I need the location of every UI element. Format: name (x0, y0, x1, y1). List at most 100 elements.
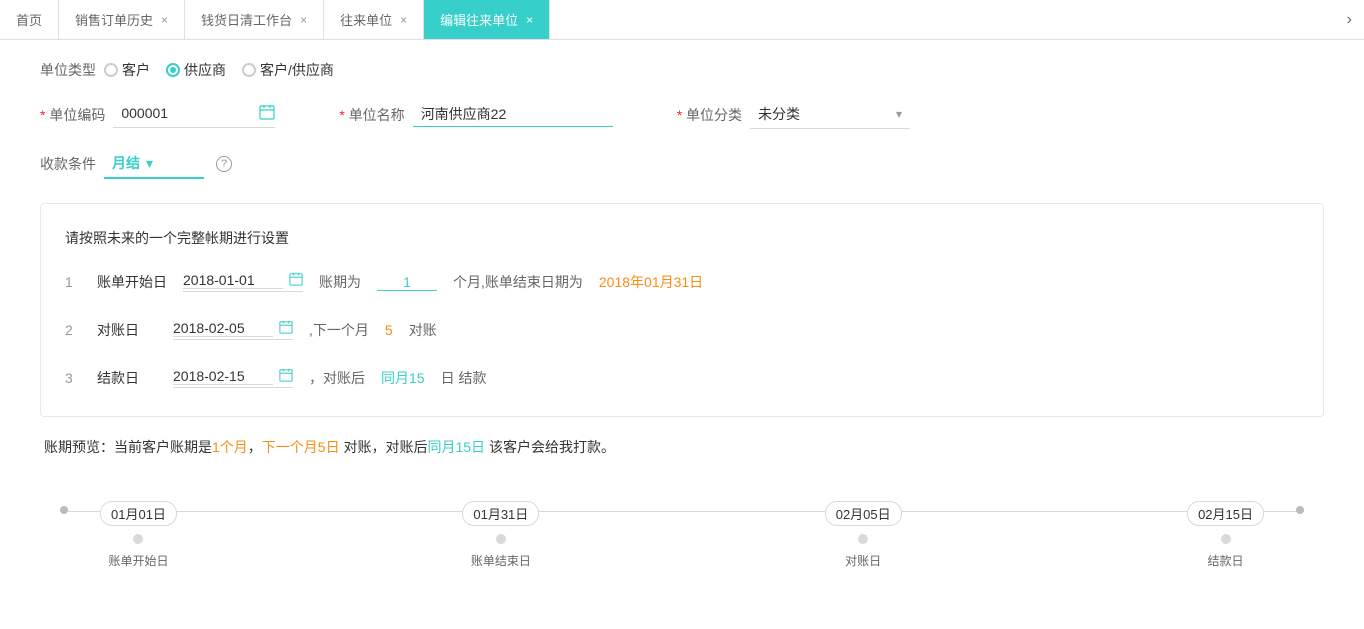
account-preview-text: 账期预览：当前客户账期是1个月，下一个月5日 对账，对账后同月15日 该客户会给… (40, 437, 1324, 457)
radio-supplier[interactable]: 供应商 (166, 60, 226, 80)
radio-customer[interactable]: 客户 (104, 60, 150, 80)
period-row3-day: 同月15 (381, 368, 425, 388)
unit-name-label: 单位名称 (339, 105, 404, 125)
tab-edit-contact[interactable]: 编辑往来单位 × (424, 0, 550, 39)
tab-home[interactable]: 首页 (0, 0, 59, 39)
preview-suffix: 该客户会给我打款。 (485, 439, 615, 455)
timeline-dot-1 (133, 534, 143, 544)
dropdown-arrow-icon: ▾ (896, 107, 902, 121)
timeline-badge-1: 01月01日 (100, 501, 177, 526)
payment-date-calendar-icon[interactable] (279, 368, 293, 385)
period-row-3: 3 结款日 ，对账后同月15 日 结款 (65, 368, 1299, 388)
radio-both[interactable]: 客户/供应商 (242, 60, 334, 80)
unit-type-row: 单位类型 客户 供应商 客户/供应商 (40, 60, 1324, 80)
reconcile-date-input-wrapper (173, 320, 293, 340)
unit-name-group: 单位名称 (339, 102, 612, 127)
payment-terms-label: 收款条件 (40, 154, 96, 174)
period-row3-prefix: ，对账后 (309, 368, 365, 388)
tab-sales-history[interactable]: 销售订单历史 × (59, 0, 185, 39)
unit-code-group: 单位编码 (40, 101, 275, 128)
period-label-1: 账单开始日 (97, 272, 167, 292)
payment-terms-select[interactable]: 月结 ▾ (104, 149, 204, 179)
period-label-2: 对账日 (97, 320, 157, 340)
period-num-1: 1 (65, 274, 81, 290)
timeline-label-3: 对账日 (845, 552, 881, 569)
radio-label-customer: 客户 (122, 60, 150, 80)
payment-terms-group: 收款条件 月结 ▾ ? (40, 149, 232, 179)
tab-close-icon[interactable]: × (526, 13, 533, 27)
period-row3-suffix: 日 结款 (441, 368, 487, 388)
period-row2-suffix: 对账 (409, 320, 437, 340)
timeline-badge-4: 02月15日 (1187, 501, 1264, 526)
timeline-point-4: 02月15日 结款日 (1187, 501, 1264, 569)
timeline-points: 01月01日 账单开始日 01月31日 账单结束日 02月05日 对账日 02月… (60, 501, 1304, 569)
tab-bar: 首页 销售订单历史 × 钱货日清工作台 × 往来单位 × 编辑往来单位 × › (0, 0, 1364, 40)
radio-group-unit-type: 客户 供应商 客户/供应商 (104, 60, 334, 80)
unit-type-group: 单位类型 客户 供应商 客户/供应商 (40, 60, 334, 80)
tab-more-button[interactable]: › (1335, 11, 1364, 29)
unit-category-label: 单位分类 (677, 105, 742, 125)
timeline-dot-2 (496, 534, 506, 544)
preview-payment-day: 同月15日 (427, 439, 485, 455)
preview-prefix: 账期预览：当前客户账期是 (44, 439, 212, 455)
period-label-3: 结款日 (97, 368, 157, 388)
timeline-point-3: 02月05日 对账日 (825, 501, 902, 569)
reconcile-date-calendar-icon[interactable] (279, 320, 293, 337)
period-end-date: 2018年01月31日 (599, 272, 703, 292)
period-row-2: 2 对账日 ,下一个月5 对账 (65, 320, 1299, 340)
unit-category-value: 未分类 (758, 104, 890, 124)
radio-circle-customer (104, 63, 118, 77)
period-months-input[interactable] (377, 274, 437, 291)
preview-mid2: 对账，对账后 (340, 439, 428, 455)
preview-reconcile-day: 下一个月5日 (262, 439, 340, 455)
payment-date-input-wrapper (173, 368, 293, 388)
period-title: 请按照未来的一个完整帐期进行设置 (65, 228, 1299, 248)
unit-category-group: 单位分类 未分类 ▾ (677, 100, 910, 129)
start-date-calendar-icon[interactable] (289, 272, 303, 289)
unit-name-input[interactable] (413, 102, 613, 127)
radio-label-both: 客户/供应商 (260, 60, 334, 80)
unit-type-label: 单位类型 (40, 60, 96, 80)
main-content: 单位类型 客户 供应商 客户/供应商 单位编码 (0, 40, 1364, 629)
timeline-label-1: 账单开始日 (108, 552, 168, 569)
unit-code-icon[interactable] (259, 104, 275, 123)
start-date-input-wrapper (183, 272, 303, 292)
period-settings-box: 请按照未来的一个完整帐期进行设置 1 账单开始日 账期为 个月,账单结束日期为 (40, 203, 1324, 417)
tab-close-icon[interactable]: × (400, 13, 407, 27)
tab-contacts[interactable]: 往来单位 × (324, 0, 424, 39)
payment-terms-row: 收款条件 月结 ▾ ? (40, 149, 1324, 179)
unit-category-select[interactable]: 未分类 ▾ (750, 100, 910, 129)
payment-dropdown-arrow-icon: ▾ (146, 155, 153, 172)
timeline-dot-3 (858, 534, 868, 544)
preview-mid1: ， (248, 439, 262, 455)
timeline-container: 01月01日 账单开始日 01月31日 账单结束日 02月05日 对账日 02月… (60, 481, 1304, 609)
tab-close-icon[interactable]: × (300, 13, 307, 27)
timeline-badge-3: 02月05日 (825, 501, 902, 526)
unit-code-input-wrapper (113, 101, 275, 128)
help-icon[interactable]: ? (216, 156, 232, 172)
reconcile-date-input[interactable] (173, 320, 273, 337)
timeline-point-1: 01月01日 账单开始日 (100, 501, 177, 569)
radio-circle-both (242, 63, 256, 77)
period-row-1: 1 账单开始日 账期为 个月,账单结束日期为 2018年01月31日 (65, 272, 1299, 292)
radio-circle-supplier (166, 63, 180, 77)
period-row1-mid: 账期为 (319, 272, 361, 292)
timeline-point-2: 01月31日 账单结束日 (462, 501, 539, 569)
tab-daily-work[interactable]: 钱货日清工作台 × (185, 0, 324, 39)
period-num-3: 3 (65, 370, 81, 386)
tab-close-icon[interactable]: × (161, 13, 168, 27)
period-row1-suffix: 个月,账单结束日期为 (453, 272, 583, 292)
period-row2-prefix: ,下一个月 (309, 320, 369, 340)
timeline-dot-4 (1221, 534, 1231, 544)
unit-code-input[interactable] (113, 101, 253, 125)
timeline-label-4: 结款日 (1208, 552, 1244, 569)
timeline-badge-2: 01月31日 (462, 501, 539, 526)
timeline-label-2: 账单结束日 (471, 552, 531, 569)
preview-months: 1个月 (212, 439, 248, 455)
payment-date-input[interactable] (173, 368, 273, 385)
period-row2-day: 5 (385, 322, 393, 338)
unit-code-label: 单位编码 (40, 105, 105, 125)
payment-terms-value: 月结 (112, 153, 140, 173)
radio-label-supplier: 供应商 (184, 60, 226, 80)
start-date-input[interactable] (183, 272, 283, 289)
